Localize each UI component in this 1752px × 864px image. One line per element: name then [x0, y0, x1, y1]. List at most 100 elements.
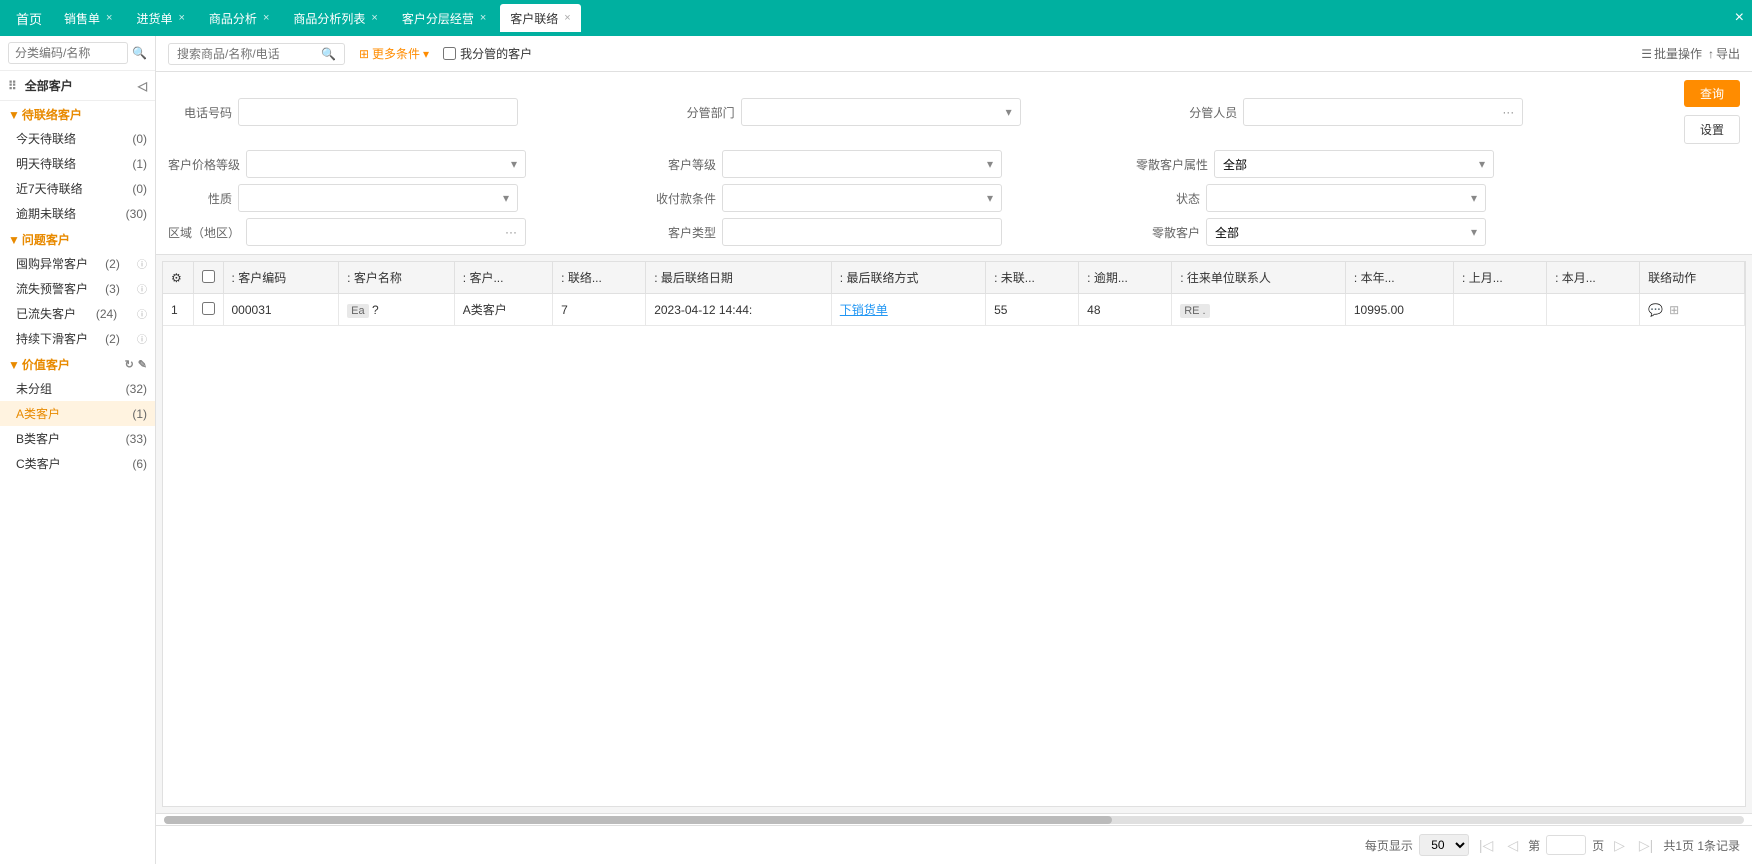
- sidebar-search-input[interactable]: [8, 42, 128, 64]
- query-btn[interactable]: 查询: [1684, 80, 1740, 107]
- col-not-contact[interactable]: : 未联...: [986, 262, 1079, 294]
- sidebar-group-problem[interactable]: ▼ 问题客户: [0, 226, 155, 251]
- status-select[interactable]: ▾: [1206, 184, 1486, 212]
- sidebar-item-hoard[interactable]: 囤购异常客户 (2) ⓘ: [0, 251, 155, 276]
- sidebar-item-a-class[interactable]: A类客户 (1): [0, 401, 155, 426]
- sidebar-group-pending[interactable]: ▼ 待联络客户: [0, 101, 155, 126]
- info-icon-churned: ⓘ: [137, 306, 147, 321]
- col-code[interactable]: : 客户编码: [223, 262, 339, 294]
- filter-icon: ⊞: [359, 47, 369, 61]
- scrollbar-track: [164, 816, 1744, 824]
- page-num-input[interactable]: 1: [1546, 835, 1586, 855]
- settings-btn[interactable]: 设置: [1684, 115, 1740, 144]
- content-area: 🔍 ⊞ 更多条件 ▾ 我分管的客户 ☰ 批量操作 ↑ 导出: [156, 36, 1752, 864]
- sidebar-item-c-class[interactable]: C类客户 (6): [0, 451, 155, 476]
- retail-attr-select[interactable]: 全部 ▾: [1214, 150, 1494, 178]
- sidebar-item-today[interactable]: 今天待联络 (0): [0, 126, 155, 151]
- sidebar-item-churned[interactable]: 已流失客户 (24) ⓘ: [0, 301, 155, 326]
- settings-icon[interactable]: ⚙: [171, 271, 182, 285]
- payment-label: 收付款条件: [652, 190, 722, 207]
- total-label: 共1页 1条记录: [1663, 837, 1740, 854]
- close-tab-sales[interactable]: ×: [106, 12, 112, 24]
- last-page-btn[interactable]: ▷|: [1635, 835, 1657, 856]
- nav-home[interactable]: 首页: [8, 9, 50, 28]
- filter-search-input[interactable]: [177, 47, 317, 61]
- sidebar-item-tomorrow[interactable]: 明天待联络 (1): [0, 151, 155, 176]
- nav-tab-customer-contact[interactable]: 客户联络 ×: [500, 4, 580, 32]
- close-all-tabs[interactable]: ×: [1735, 9, 1744, 27]
- export-btn[interactable]: ↑ 导出: [1708, 45, 1740, 62]
- nav-tab-customer-tier[interactable]: 客户分层经营 ×: [392, 4, 496, 32]
- region-select[interactable]: ···: [246, 218, 526, 246]
- nav-tab-analysis-list[interactable]: 商品分析列表 ×: [283, 4, 387, 32]
- col-last-month[interactable]: : 上月...: [1454, 262, 1547, 294]
- my-customers-checkbox[interactable]: 我分管的客户: [443, 45, 532, 62]
- close-tab-purchase[interactable]: ×: [178, 12, 184, 24]
- prev-page-btn[interactable]: ◁: [1503, 835, 1522, 856]
- my-customers-check[interactable]: [443, 47, 456, 60]
- sidebar-item-churn-warn[interactable]: 流失预警客户 (3) ⓘ: [0, 276, 155, 301]
- per-page-select[interactable]: 50 100 200: [1419, 834, 1469, 856]
- more-conditions-btn[interactable]: ⊞ 更多条件 ▾: [353, 42, 435, 65]
- chevron-down-icon: ▾: [423, 47, 429, 61]
- refresh-icon[interactable]: ↻: [125, 358, 134, 371]
- first-page-btn[interactable]: |◁: [1475, 835, 1497, 856]
- col-this-year[interactable]: : 本年...: [1345, 262, 1453, 294]
- col-contact-num[interactable]: : 联络...: [553, 262, 646, 294]
- col-this-month[interactable]: : 本月...: [1547, 262, 1640, 294]
- grid-icon: ⠿: [8, 79, 17, 93]
- sidebar-item-ungroup[interactable]: 未分组 (32): [0, 376, 155, 401]
- close-tab-analysis[interactable]: ×: [263, 12, 269, 24]
- col-unit-contact[interactable]: : 往来单位联系人: [1172, 262, 1346, 294]
- sidebar-item-7days[interactable]: 近7天待联络 (0): [0, 176, 155, 201]
- batch-op-btn[interactable]: ☰ 批量操作: [1641, 45, 1702, 62]
- col-last-method[interactable]: : 最后联络方式: [831, 262, 985, 294]
- qr-icon[interactable]: ⊞: [1669, 303, 1679, 317]
- nature-select[interactable]: ▾: [238, 184, 518, 212]
- row-checkbox[interactable]: [202, 302, 215, 315]
- cell-last-method[interactable]: 下销货单: [831, 294, 985, 326]
- pricelevel-select[interactable]: ▾: [246, 150, 526, 178]
- dept-select[interactable]: ▾: [741, 98, 1021, 126]
- page-end-label: 页: [1592, 837, 1604, 854]
- close-tab-customer-tier[interactable]: ×: [480, 12, 486, 24]
- nav-tab-sales[interactable]: 销售单 ×: [54, 4, 122, 32]
- close-tab-analysis-list[interactable]: ×: [371, 12, 377, 24]
- select-all-checkbox[interactable]: [202, 270, 215, 283]
- retail-select[interactable]: 全部 ▾: [1206, 218, 1486, 246]
- col-type[interactable]: : 客户...: [454, 262, 552, 294]
- sidebar-item-overdue[interactable]: 逾期未联络 (30): [0, 201, 155, 226]
- cell-checkbox[interactable]: [193, 294, 223, 326]
- filter-col-retail-attr: 零散客户属性 全部 ▾: [1136, 150, 1612, 178]
- person-select[interactable]: ···: [1243, 98, 1523, 126]
- col-select-all[interactable]: [193, 262, 223, 294]
- sidebar-search-icon[interactable]: 🔍: [132, 46, 147, 60]
- col-settings[interactable]: ⚙: [163, 262, 193, 294]
- nav-tab-analysis[interactable]: 商品分析 ×: [199, 4, 279, 32]
- col-action: 联络动作: [1640, 262, 1745, 294]
- sidebar-header: ⠿ 全部客户 ◁: [0, 71, 155, 101]
- payment-select[interactable]: ▾: [722, 184, 1002, 212]
- nav-tab-purchase[interactable]: 进货单 ×: [126, 4, 194, 32]
- chat-icon[interactable]: 💬: [1648, 303, 1663, 317]
- custlevel-select[interactable]: ▾: [722, 150, 1002, 178]
- filter-search-icon[interactable]: 🔍: [321, 47, 336, 61]
- custtype-input[interactable]: [722, 218, 1002, 246]
- horizontal-scrollbar[interactable]: [156, 813, 1752, 825]
- col-last-date[interactable]: : 最后联络日期: [646, 262, 832, 294]
- phone-input[interactable]: [238, 98, 518, 126]
- top-nav: 首页 销售单 × 进货单 × 商品分析 × 商品分析列表 × 客户分层经营 × …: [0, 0, 1752, 36]
- sidebar-collapse-icon[interactable]: ◁: [138, 79, 147, 93]
- cell-name: Ea ?: [339, 294, 455, 326]
- sidebar-item-b-class[interactable]: B类客户 (33): [0, 426, 155, 451]
- edit-icon[interactable]: ✎: [138, 358, 147, 371]
- sidebar-item-declining[interactable]: 持续下滑客户 (2) ⓘ: [0, 326, 155, 351]
- close-tab-customer-contact[interactable]: ×: [564, 12, 570, 24]
- sidebar-group-value[interactable]: ▼ 价值客户 ↻ ✎: [0, 351, 155, 376]
- next-page-btn[interactable]: ▷: [1610, 835, 1629, 856]
- col-overdue[interactable]: : 逾期...: [1079, 262, 1172, 294]
- col-name[interactable]: : 客户名称: [339, 262, 455, 294]
- sidebar-title: 全部客户: [25, 77, 73, 94]
- cell-this-year: 10995.00: [1345, 294, 1453, 326]
- scrollbar-thumb[interactable]: [164, 816, 1112, 824]
